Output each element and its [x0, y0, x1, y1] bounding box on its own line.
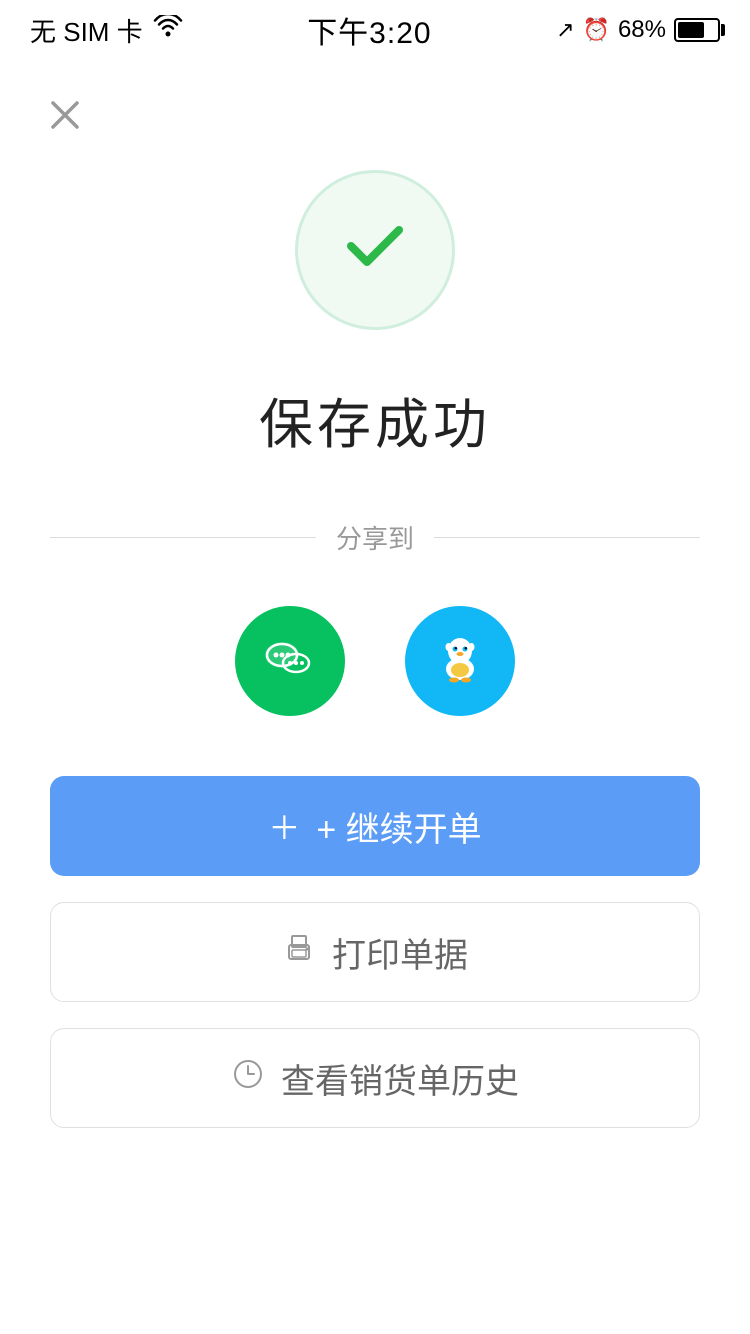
share-icons — [50, 606, 700, 716]
status-left: 无 SIM 卡 — [30, 12, 183, 49]
history-icon — [231, 1057, 265, 1099]
wechat-icon — [260, 629, 320, 694]
print-button[interactable]: 打印单据 — [50, 902, 700, 1002]
share-label: 分享到 — [336, 519, 414, 556]
battery-percent: 68% — [618, 16, 666, 44]
history-label: 查看销货单历史 — [281, 1054, 519, 1103]
status-bar: 无 SIM 卡 下午3:20 ↗ ⏰ 68% — [0, 0, 750, 60]
qq-share-button[interactable] — [405, 606, 515, 716]
print-label: 打印单据 — [332, 928, 468, 977]
divider-line-left — [50, 537, 316, 538]
sim-status: 无 SIM 卡 — [30, 12, 143, 49]
print-icon — [282, 931, 316, 973]
wifi-icon — [153, 15, 183, 46]
plus-icon: ＋ — [268, 803, 300, 849]
continue-label: + 继续开单 — [316, 802, 481, 851]
close-button[interactable] — [40, 90, 90, 140]
location-icon: ↗ — [556, 17, 574, 43]
checkmark-icon — [335, 204, 415, 297]
share-section: 分享到 — [50, 519, 700, 716]
status-time: 下午3:20 — [307, 8, 431, 52]
battery-icon — [674, 18, 720, 42]
continue-button[interactable]: ＋ + 继续开单 — [50, 776, 700, 876]
divider-line-right — [434, 537, 700, 538]
success-circle — [295, 170, 455, 330]
status-right: ↗ ⏰ 68% — [556, 16, 720, 44]
alarm-icon: ⏰ — [583, 17, 610, 43]
share-divider: 分享到 — [50, 519, 700, 556]
success-title: 保存成功 — [259, 380, 491, 459]
wechat-share-button[interactable] — [235, 606, 345, 716]
qq-icon — [430, 629, 490, 694]
main-content: 保存成功 分享到 — [0, 150, 750, 1334]
history-button[interactable]: 查看销货单历史 — [50, 1028, 700, 1128]
close-area — [0, 60, 750, 150]
action-buttons: ＋ + 继续开单 打印单据 查看销货单历史 — [50, 776, 700, 1168]
